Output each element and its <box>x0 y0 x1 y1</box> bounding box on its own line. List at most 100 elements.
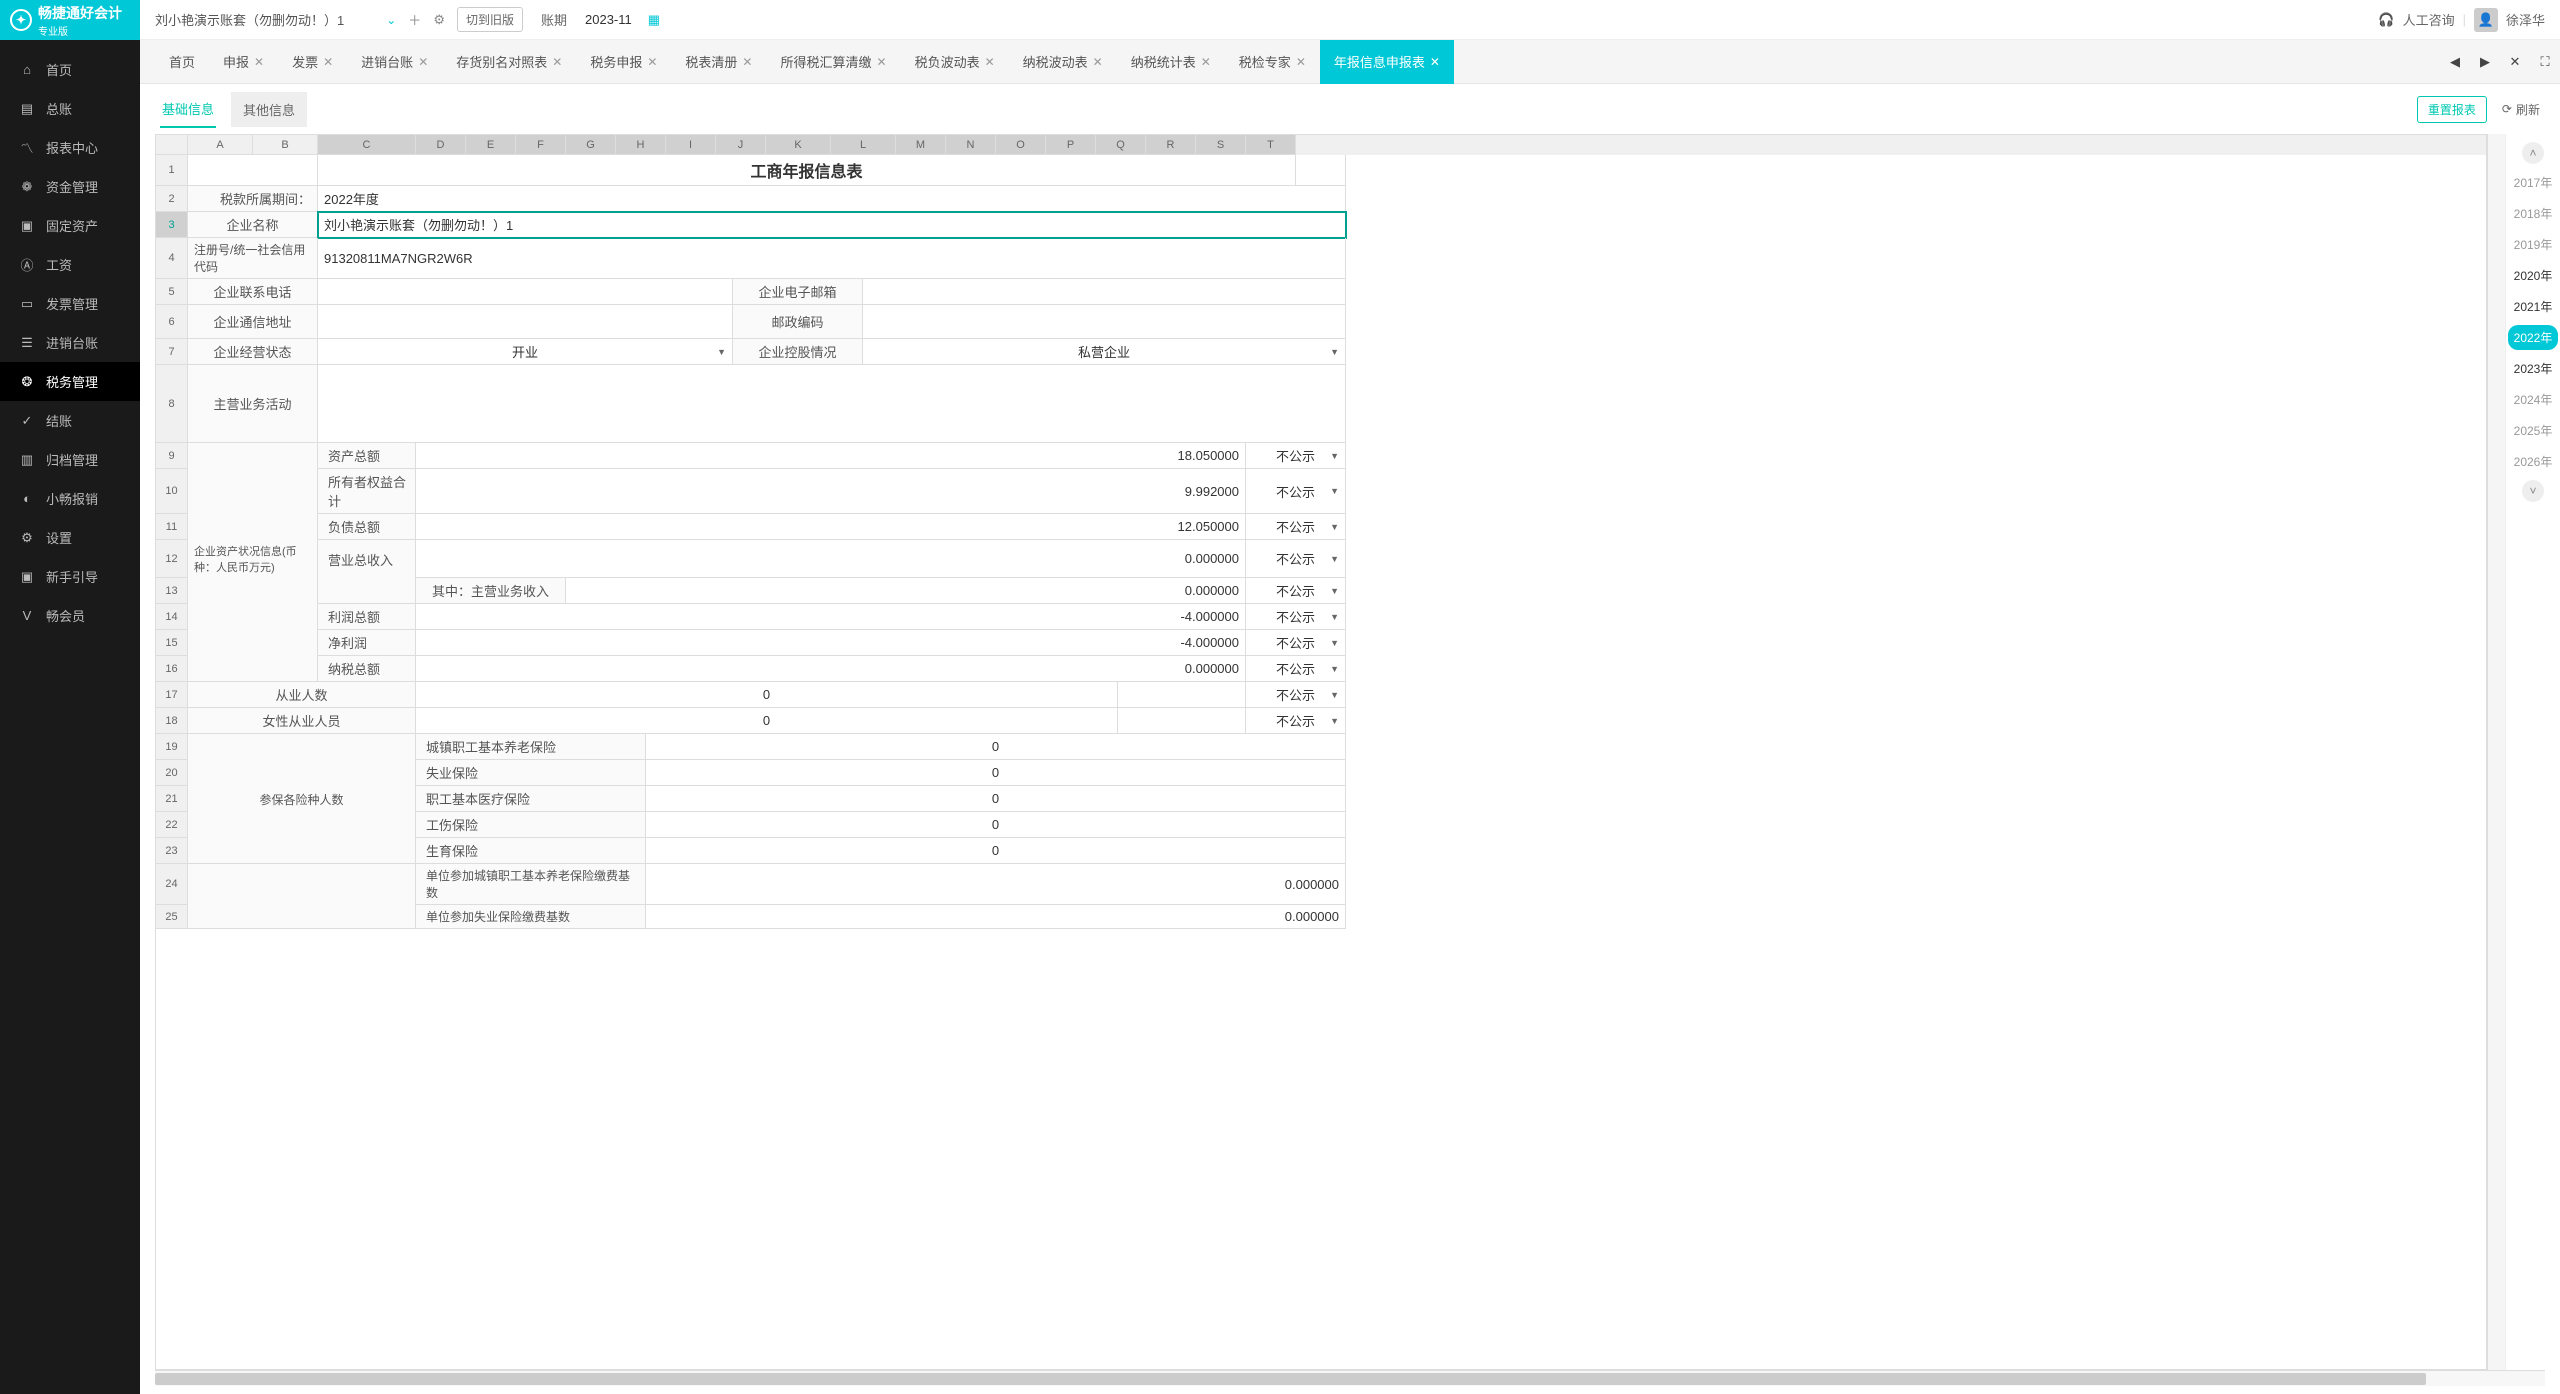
asset-info-label[interactable] <box>188 469 318 514</box>
asset-info-label[interactable] <box>188 656 318 682</box>
fullscreen-icon[interactable]: ⛶ <box>2530 47 2560 77</box>
row-label[interactable]: 利润总额 <box>318 604 416 630</box>
row-header[interactable]: 8 <box>156 365 188 443</box>
pub-dropdown[interactable]: 不公示 <box>1246 514 1346 540</box>
row-value[interactable]: 0 <box>416 682 1118 708</box>
row-label[interactable]: 所有者权益合计 <box>318 469 416 514</box>
addr-value[interactable] <box>318 305 733 339</box>
status-dropdown[interactable]: 开业 <box>318 339 733 365</box>
tax-period-value[interactable]: 2022年度 <box>318 186 1346 212</box>
row-value[interactable]: -4.000000 <box>416 604 1246 630</box>
sidebar-item-tax[interactable]: ❂税务管理 <box>0 362 140 401</box>
row-header[interactable]: 19 <box>156 734 188 760</box>
row-header[interactable]: 6 <box>156 305 188 339</box>
row-header[interactable]: 24 <box>156 864 188 905</box>
row-header[interactable]: 11 <box>156 514 188 540</box>
row-label[interactable]: 净利润 <box>318 630 416 656</box>
subtab-other[interactable]: 其他信息 <box>231 92 307 127</box>
col-header[interactable]: I <box>666 135 716 155</box>
sidebar-item-archive[interactable]: ▥归档管理 <box>0 440 140 479</box>
row-value[interactable]: 12.050000 <box>416 514 1246 540</box>
phone-value[interactable] <box>318 279 733 305</box>
row-header[interactable]: 15 <box>156 630 188 656</box>
gear-icon[interactable]: ⚙ <box>433 12 445 28</box>
col-header[interactable]: M <box>896 135 946 155</box>
corner-cell[interactable] <box>156 135 188 155</box>
subtab-basic[interactable]: 基础信息 <box>160 91 216 128</box>
tab-fluct2[interactable]: 纳税波动表✕ <box>1009 40 1117 84</box>
post-value[interactable] <box>863 305 1346 339</box>
close-icon[interactable]: ✕ <box>418 55 428 69</box>
year-item[interactable]: 2017年 <box>2508 170 2559 195</box>
tab-close-all-icon[interactable]: ✕ <box>2500 47 2530 77</box>
account-name[interactable]: 刘小艳演示账套（勿删勿动！）1 <box>155 10 344 29</box>
row-label[interactable]: 单位参加失业保险缴费基数 <box>416 905 646 929</box>
pub-dropdown[interactable]: 不公示 <box>1246 578 1346 604</box>
row-label[interactable]: 资产总额 <box>318 443 416 469</box>
insurance-label[interactable] <box>188 760 416 786</box>
chevron-down-icon[interactable]: ˅ <box>2522 480 2544 502</box>
row-value[interactable]: 0.000000 <box>646 864 1346 905</box>
col-header[interactable]: A <box>188 135 253 155</box>
status-label[interactable]: 企业经营状态 <box>188 339 318 365</box>
col-header[interactable]: R <box>1146 135 1196 155</box>
horizontal-scrollbar[interactable] <box>155 1370 2545 1386</box>
col-header[interactable]: D <box>416 135 466 155</box>
sidebar-item-close[interactable]: ✓结账 <box>0 401 140 440</box>
row-header[interactable]: 5 <box>156 279 188 305</box>
row-header[interactable]: 7 <box>156 339 188 365</box>
row-header[interactable]: 10 <box>156 469 188 514</box>
tab-next-icon[interactable]: ▶ <box>2470 47 2500 77</box>
addr-label[interactable]: 企业通信地址 <box>188 305 318 339</box>
pub-dropdown[interactable]: 不公示 <box>1246 443 1346 469</box>
close-icon[interactable]: ✕ <box>1201 55 1211 69</box>
col-header[interactable]: H <box>616 135 666 155</box>
tab-expert[interactable]: 税检专家✕ <box>1225 40 1320 84</box>
sidebar-item-settings[interactable]: ⚙设置 <box>0 518 140 557</box>
row-value[interactable]: 0.000000 <box>416 540 1246 578</box>
tab-invoice[interactable]: 发票✕ <box>278 40 347 84</box>
col-header[interactable]: T <box>1246 135 1296 155</box>
reg-label[interactable]: 注册号/统一社会信用代码 <box>188 238 318 279</box>
close-icon[interactable]: ✕ <box>552 55 562 69</box>
row-value[interactable]: 0 <box>416 708 1118 734</box>
chevron-down-icon[interactable]: ⌄ <box>386 13 396 27</box>
col-header[interactable]: L <box>831 135 896 155</box>
col-header[interactable]: K <box>766 135 831 155</box>
tab-prev-icon[interactable]: ◀ <box>2440 47 2470 77</box>
cell[interactable] <box>1118 708 1246 734</box>
row-header[interactable]: 21 <box>156 786 188 812</box>
asset-info-label[interactable]: 企业资产状况信息(币种：人民币万元) <box>188 540 318 578</box>
tab-taxlist[interactable]: 税表清册✕ <box>671 40 766 84</box>
row-header[interactable]: 22 <box>156 812 188 838</box>
switch-old-button[interactable]: 切到旧版 <box>457 7 523 32</box>
refresh-button[interactable]: ⟳刷新 <box>2502 101 2540 118</box>
row-header[interactable]: 23 <box>156 838 188 864</box>
tab-stock[interactable]: 存货别名对照表✕ <box>442 40 576 84</box>
user-name[interactable]: 徐泽华 <box>2506 10 2545 29</box>
row-value[interactable]: 0.000000 <box>566 578 1246 604</box>
tab-stats[interactable]: 纳税统计表✕ <box>1117 40 1225 84</box>
cell[interactable] <box>188 905 416 929</box>
row-header[interactable]: 9 <box>156 443 188 469</box>
insurance-label[interactable]: 参保各险种人数 <box>188 786 416 812</box>
row-label[interactable]: 失业保险 <box>416 760 646 786</box>
col-header[interactable]: O <box>996 135 1046 155</box>
reg-value[interactable]: 91320811MA7NGR2W6R <box>318 238 1346 279</box>
row-label[interactable]: 城镇职工基本养老保险 <box>416 734 646 760</box>
row-label[interactable]: 工伤保险 <box>416 812 646 838</box>
row-header[interactable]: 25 <box>156 905 188 929</box>
pub-dropdown[interactable]: 不公示 <box>1246 540 1346 578</box>
reset-button[interactable]: 重置报表 <box>2417 96 2487 123</box>
pub-dropdown[interactable]: 不公示 <box>1246 656 1346 682</box>
col-header[interactable]: C <box>318 135 416 155</box>
close-icon[interactable]: ✕ <box>1296 55 1306 69</box>
row-label[interactable]: 生育保险 <box>416 838 646 864</box>
col-header[interactable]: J <box>716 135 766 155</box>
tab-fluct1[interactable]: 税负波动表✕ <box>901 40 1009 84</box>
plus-icon[interactable]: ＋ <box>408 10 421 29</box>
col-header[interactable]: N <box>946 135 996 155</box>
row-label[interactable]: 从业人数 <box>188 682 416 708</box>
row-sublabel[interactable]: 其中：主营业务收入 <box>416 578 566 604</box>
holding-dropdown[interactable]: 私营企业 <box>863 339 1346 365</box>
